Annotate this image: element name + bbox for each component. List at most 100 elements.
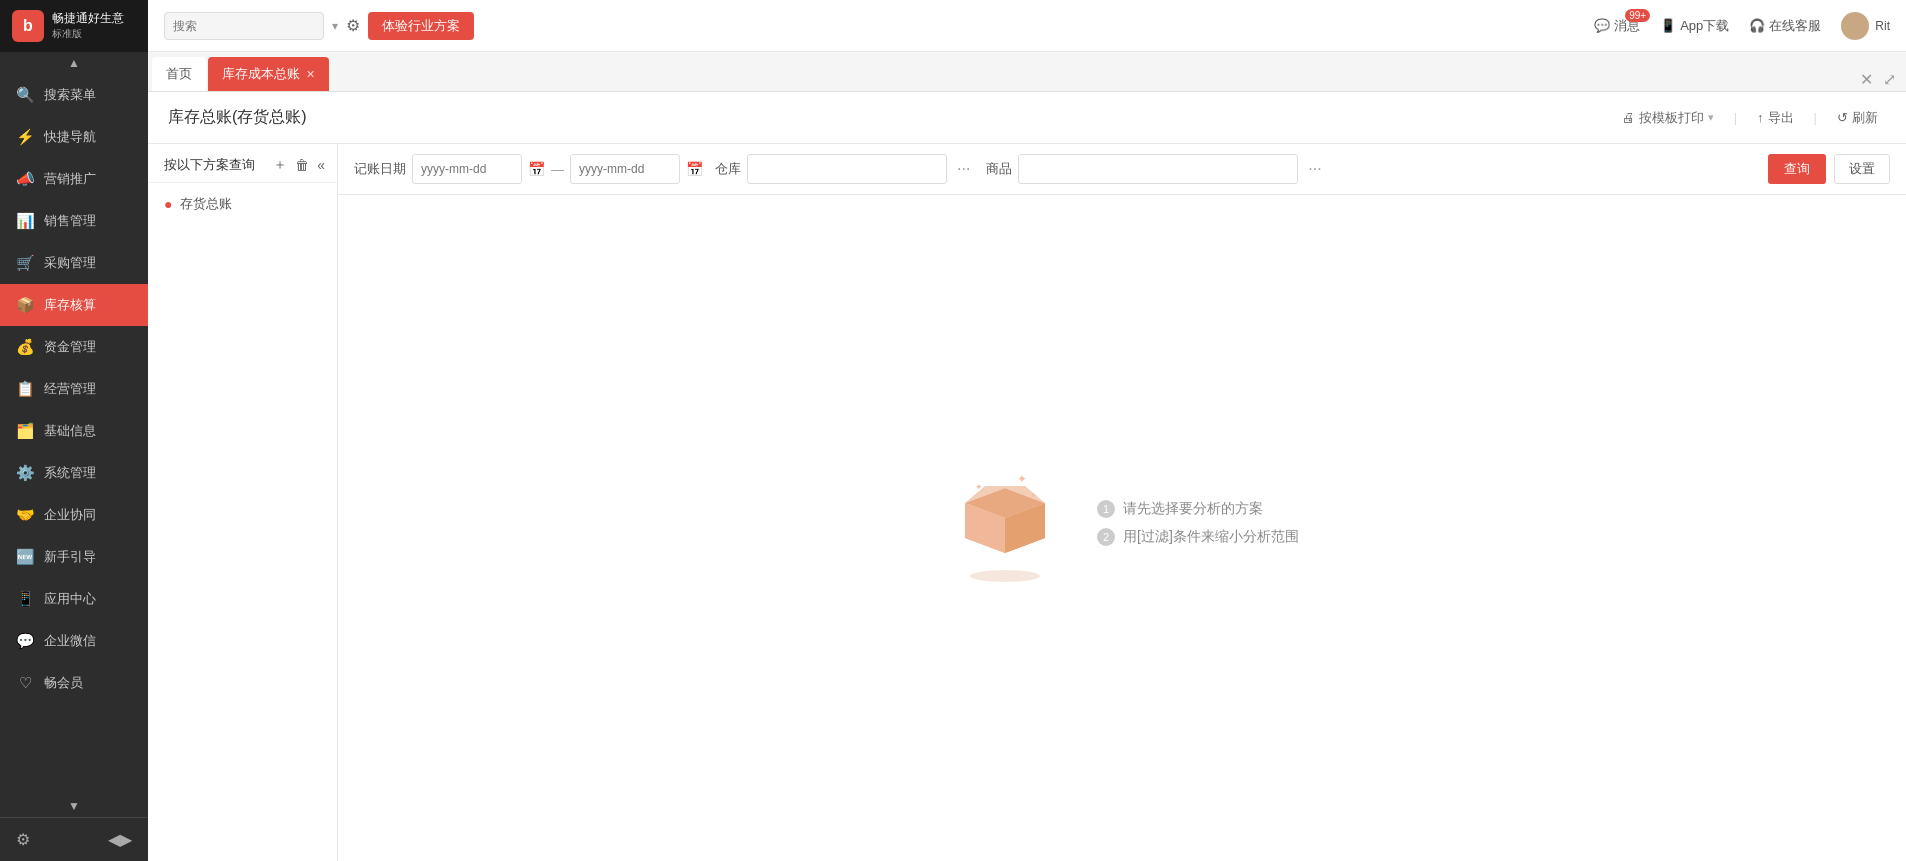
sidebar-item-sales[interactable]: 📊 销售管理: [0, 200, 148, 242]
headset-icon: 🎧: [1749, 18, 1765, 33]
finance-icon: 💰: [16, 338, 34, 356]
tip-num-2: 2: [1097, 528, 1115, 546]
close-panel-button[interactable]: ✕: [1858, 68, 1875, 91]
messages-button[interactable]: 💬 消息 99+: [1594, 17, 1640, 35]
sidebar-item-label: 营销推广: [44, 170, 96, 188]
enterprise-icon: 🤝: [16, 506, 34, 524]
tab-close-icon[interactable]: ✕: [306, 68, 315, 81]
sidebar-scroll-up[interactable]: ▲: [0, 52, 148, 74]
sidebar-item-label: 企业协同: [44, 506, 96, 524]
sidebar-item-label: 采购管理: [44, 254, 96, 272]
online-service-button[interactable]: 🎧 在线客服: [1749, 17, 1821, 35]
collapse-icon[interactable]: ◀▶: [108, 830, 132, 849]
purchase-icon: 🛒: [16, 254, 34, 272]
sidebar-item-label: 畅会员: [44, 674, 83, 692]
sidebar-item-label: 销售管理: [44, 212, 96, 230]
printer-icon: 🖨: [1622, 110, 1635, 125]
scroll-up-icon[interactable]: ▲: [0, 56, 148, 70]
refresh-icon: ↺: [1837, 110, 1848, 125]
refresh-button[interactable]: ↺ 刷新: [1829, 105, 1886, 131]
sidebar-footer: ⚙ ◀▶: [0, 817, 148, 861]
sidebar-item-label: 资金管理: [44, 338, 96, 356]
sidebar-item-enterprise[interactable]: 🤝 企业协同: [0, 494, 148, 536]
online-service-label: 在线客服: [1769, 17, 1821, 35]
sidebar-item-wechat[interactable]: 💬 企业微信: [0, 620, 148, 662]
warehouse-filter-group: 仓库 ···: [715, 154, 974, 184]
right-panel: 记账日期 📅 — 📅 仓库 ··· 商品 ···: [338, 144, 1906, 861]
sidebar-item-newguide[interactable]: 🆕 新手引导: [0, 536, 148, 578]
date-label: 记账日期: [354, 160, 406, 178]
print-template-button[interactable]: 🖨 按模板打印 ▾: [1614, 105, 1722, 131]
tip-item-1: 1 请先选择要分析的方案: [1097, 500, 1299, 518]
tab-inventory-ledger[interactable]: 库存成本总账 ✕: [208, 57, 329, 91]
settings-button[interactable]: 设置: [1834, 154, 1890, 184]
sidebar-item-basic[interactable]: 🗂️ 基础信息: [0, 410, 148, 452]
sidebar-item-purchase[interactable]: 🛒 采购管理: [0, 242, 148, 284]
collapse-filter-button[interactable]: «: [317, 156, 325, 174]
sidebar-item-search[interactable]: 🔍 搜索菜单: [0, 74, 148, 116]
scheme-icon: ●: [164, 196, 172, 212]
basic-icon: 🗂️: [16, 422, 34, 440]
warehouse-input[interactable]: [747, 154, 947, 184]
expand-panel-button[interactable]: ⤢: [1881, 68, 1898, 91]
tab-home[interactable]: 首页: [152, 57, 206, 91]
print-dropdown-icon[interactable]: ▾: [1708, 111, 1714, 124]
product-more-button[interactable]: ···: [1304, 160, 1325, 178]
promo-button[interactable]: 体验行业方案: [368, 12, 474, 40]
sidebar-item-finance[interactable]: 💰 资金管理: [0, 326, 148, 368]
empty-illustration: ✦ ✦ ✦: [945, 468, 1065, 588]
sidebar-scroll-down[interactable]: ▼: [0, 795, 148, 817]
scheme-item-inventory-ledger[interactable]: ● 存货总账: [148, 183, 337, 225]
sidebar-item-label: 系统管理: [44, 464, 96, 482]
warehouse-more-button[interactable]: ···: [953, 160, 974, 178]
user-profile-button[interactable]: Rit: [1841, 12, 1890, 40]
product-input[interactable]: [1018, 154, 1298, 184]
member-icon: ♡: [16, 674, 34, 692]
inventory-ledger-tab-label: 库存成本总账: [222, 65, 300, 83]
empty-content: ✦ ✦ ✦ 1 请先选择要分析的方案 2 用[过滤]条件来缩小分析范围: [945, 468, 1299, 588]
sidebar-item-member[interactable]: ♡ 畅会员: [0, 662, 148, 704]
svg-text:✦: ✦: [975, 482, 983, 492]
add-scheme-button[interactable]: ＋: [273, 156, 287, 174]
topbar: ▾ ⚙ 体验行业方案 💬 消息 99+ 📱 App下载 🎧 在线客服 Rit: [148, 0, 1906, 52]
sidebar-item-inventory[interactable]: 📦 库存核算: [0, 284, 148, 326]
app-logo: b 畅捷通好生意 标准版: [0, 0, 148, 52]
dropdown-arrow-icon[interactable]: ▾: [332, 19, 338, 33]
sidebar-item-label: 基础信息: [44, 422, 96, 440]
export-button[interactable]: ↑ 导出: [1749, 105, 1802, 131]
sidebar-item-label: 应用中心: [44, 590, 96, 608]
apps-icon: 📱: [16, 590, 34, 608]
calendar-to-icon[interactable]: 📅: [686, 161, 703, 177]
scroll-down-icon[interactable]: ▼: [0, 799, 148, 813]
search-input[interactable]: [164, 12, 324, 40]
sidebar-item-system[interactable]: ⚙️ 系统管理: [0, 452, 148, 494]
sidebar-item-operations[interactable]: 📋 经营管理: [0, 368, 148, 410]
sidebar-item-quicknav[interactable]: ⚡ 快捷导航: [0, 116, 148, 158]
query-button[interactable]: 查询: [1768, 154, 1826, 184]
sidebar-item-label: 搜索菜单: [44, 86, 96, 104]
app-download-button[interactable]: 📱 App下载: [1660, 17, 1729, 35]
settings-icon[interactable]: ⚙: [16, 830, 30, 849]
empty-box-svg: ✦ ✦ ✦: [945, 468, 1065, 588]
tip-text-2: 用[过滤]条件来缩小分析范围: [1123, 528, 1299, 546]
filter-header-actions: ＋ 🗑 «: [273, 156, 325, 174]
calendar-from-icon[interactable]: 📅: [528, 161, 545, 177]
sidebar-item-apps[interactable]: 📱 应用中心: [0, 578, 148, 620]
message-icon: 💬: [1594, 18, 1610, 33]
sidebar-item-marketing[interactable]: 📣 营销推广: [0, 158, 148, 200]
scheme-label: 存货总账: [180, 195, 232, 213]
delete-scheme-button[interactable]: 🗑: [295, 156, 309, 174]
main-area: ▾ ⚙ 体验行业方案 💬 消息 99+ 📱 App下载 🎧 在线客服 Rit: [148, 0, 1906, 861]
page-actions: 🖨 按模板打印 ▾ | ↑ 导出 | ↺ 刷新: [1614, 105, 1886, 131]
topbar-gear-icon[interactable]: ⚙: [346, 16, 360, 35]
home-tab-label: 首页: [166, 65, 192, 83]
empty-state: ✦ ✦ ✦ 1 请先选择要分析的方案 2 用[过滤]条件来缩小分析范围: [338, 195, 1906, 861]
svg-text:✦: ✦: [1017, 472, 1027, 486]
tip-item-2: 2 用[过滤]条件来缩小分析范围: [1097, 528, 1299, 546]
phone-icon: 📱: [1660, 18, 1676, 33]
filter-header-label: 按以下方案查询: [164, 156, 255, 174]
sidebar-item-label: 快捷导航: [44, 128, 96, 146]
date-from-input[interactable]: [412, 154, 522, 184]
date-to-input[interactable]: [570, 154, 680, 184]
date-filter-group: 记账日期 📅 — 📅: [354, 154, 703, 184]
